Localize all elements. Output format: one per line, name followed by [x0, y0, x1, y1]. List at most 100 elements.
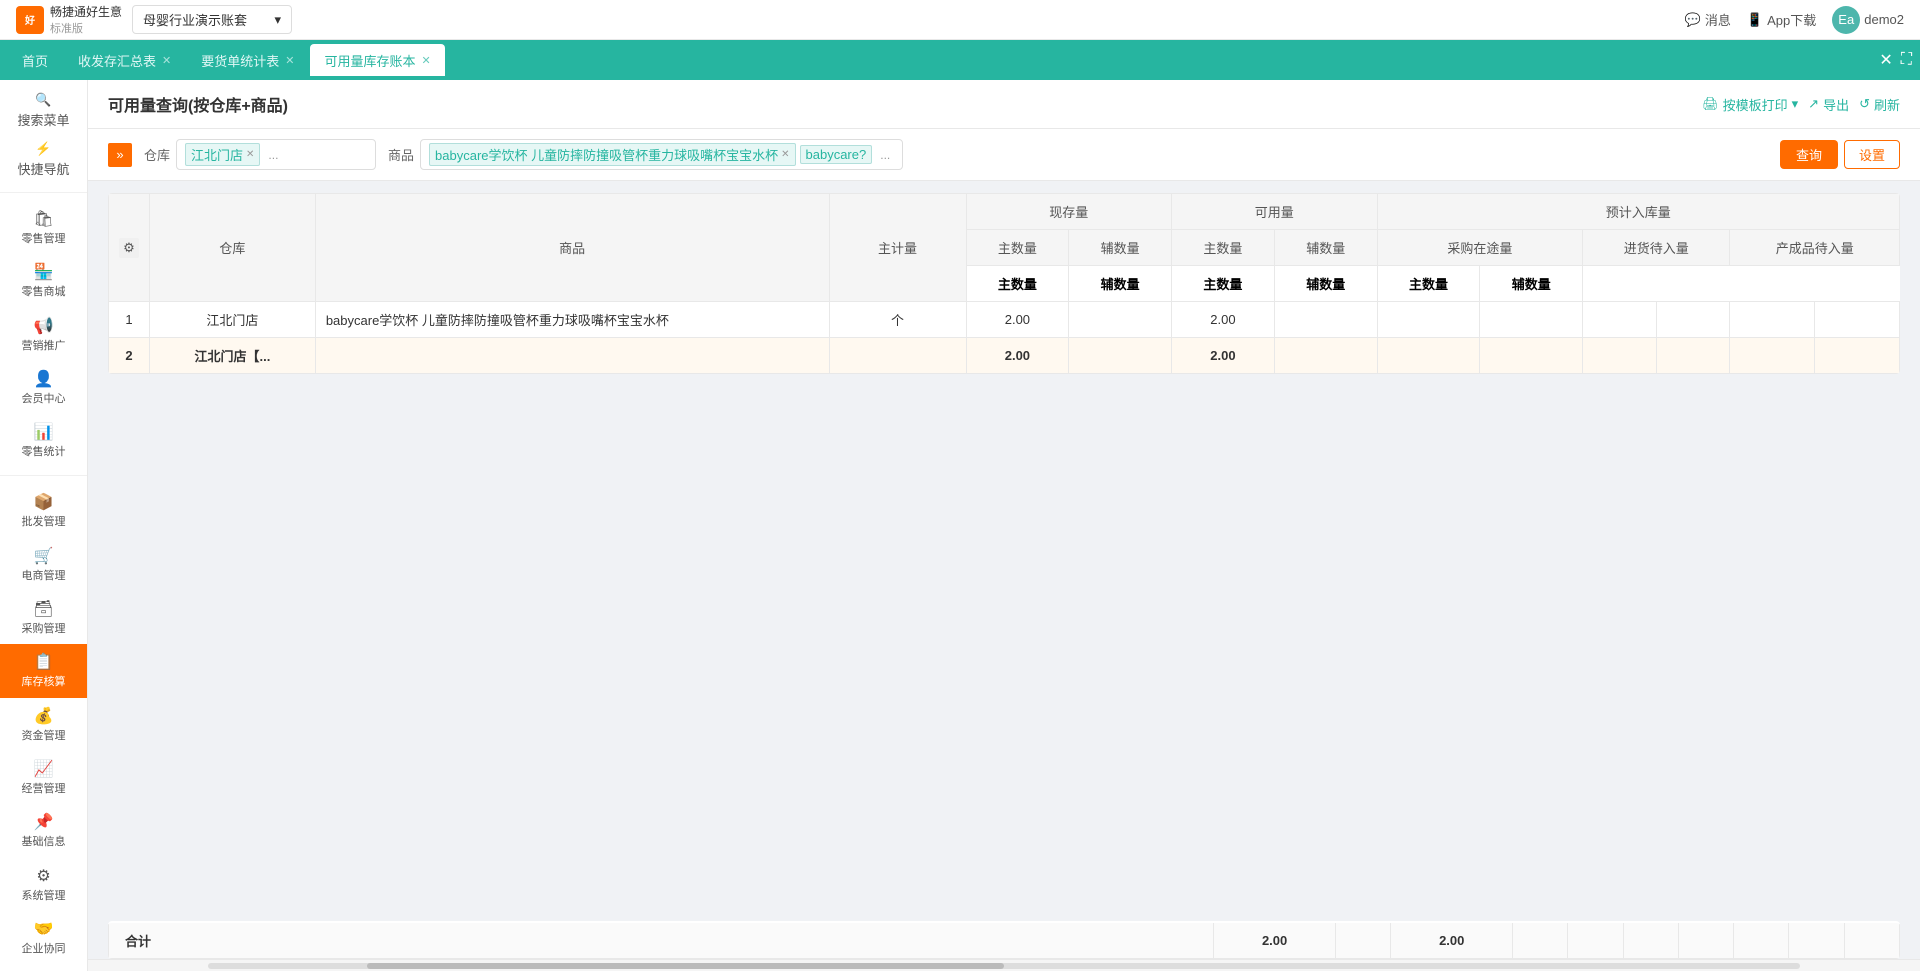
- footer-avail-main: 2.00: [1391, 922, 1513, 959]
- cell-avail-sub: [1274, 302, 1377, 338]
- tab-receipt-close[interactable]: ✕: [162, 54, 171, 67]
- retail-mgmt-icon: 🛍: [33, 209, 53, 229]
- page-actions: 🖨 按模板打印 ▾ ↗ 导出 ↺ 刷新: [1702, 95, 1900, 114]
- settings-button[interactable]: 设置: [1844, 140, 1900, 169]
- tab-receipt-summary[interactable]: 收发存汇总表 ✕: [64, 44, 185, 76]
- export-button[interactable]: ↗ 导出: [1808, 95, 1849, 114]
- sidebar-item-retail-store-label: 零售商城: [22, 285, 66, 299]
- purchase-icon: 🗃: [33, 599, 53, 619]
- bottom-scrollbar-thumb[interactable]: [367, 963, 1004, 969]
- cell-pur-sub: [1480, 302, 1583, 338]
- cell-current-main: 2.00: [966, 338, 1069, 374]
- cell-current-main: 2.00: [966, 302, 1069, 338]
- quick-nav-label: 快捷导航: [17, 159, 69, 178]
- sidebar-item-system[interactable]: ⚙ 系统管理: [0, 858, 87, 911]
- cell-warehouse: 江北门店: [150, 302, 316, 338]
- summary-table: 合计 2.00 2.00: [108, 921, 1900, 959]
- tab-order-close[interactable]: ✕: [285, 54, 294, 67]
- tab-bar: 首页 收发存汇总表 ✕ 要货单统计表 ✕ 可用量库存账本 ✕ ✕ ⛶: [0, 40, 1920, 80]
- query-button[interactable]: 查询: [1780, 140, 1838, 169]
- quick-nav-button[interactable]: ⚡ 快捷导航: [6, 135, 81, 184]
- sidebar-item-inventory[interactable]: 📋 库存核算: [0, 644, 87, 697]
- content-area: 可用量查询(按仓库+商品) 🖨 按模板打印 ▾ ↗ 导出 ↺ 刷新: [88, 80, 1920, 971]
- th-settings: ⚙: [109, 194, 150, 302]
- product-tag-close-1[interactable]: ✕: [781, 149, 789, 160]
- operations-icon: 📈: [34, 759, 54, 779]
- marketing-icon: 📢: [34, 316, 54, 336]
- finance-icon: 💰: [34, 706, 54, 726]
- filter-expand-toggle[interactable]: »: [108, 143, 132, 167]
- sidebar-item-enterprise-label: 企业协同: [22, 942, 66, 956]
- product-input-area[interactable]: babycare学饮杯 儿童防摔防撞吸管杯重力球吸嘴杯宝宝水杯 ✕ babyca…: [420, 139, 903, 170]
- product-more[interactable]: ...: [876, 148, 894, 162]
- sidebar-item-operations[interactable]: 📈 经营管理: [0, 751, 87, 804]
- th-current-stock: 现存量: [966, 194, 1172, 230]
- logo-icon: 好: [16, 6, 44, 34]
- cell-fin-main: [1730, 302, 1815, 338]
- cell-product: [315, 338, 829, 374]
- table-settings-icon[interactable]: ⚙: [119, 238, 139, 258]
- logo-area: 好 畅捷通好生意 标准版: [16, 3, 122, 36]
- app-download-label: App下载: [1767, 10, 1816, 29]
- app-download-action[interactable]: 📱 App下载: [1747, 10, 1816, 29]
- sidebar-item-ecommerce[interactable]: 🛒 电商管理: [0, 538, 87, 591]
- message-action[interactable]: 💬 消息: [1685, 10, 1731, 29]
- page-title: 可用量查询(按仓库+商品): [108, 92, 288, 116]
- industry-selector[interactable]: 母婴行业演示账套 ▾: [132, 5, 292, 34]
- sidebar-item-basic-info[interactable]: 📌 基础信息: [0, 804, 87, 857]
- cell-avail-sub: [1274, 338, 1377, 374]
- sidebar-search-area: 🔍 搜索菜单 ⚡ 快捷导航: [0, 80, 87, 193]
- cell-inc-main: [1583, 302, 1657, 338]
- sidebar-item-new-guide[interactable]: 🔰 新手引导: [0, 964, 87, 971]
- tab-available-close[interactable]: ✕: [422, 54, 431, 67]
- warehouse-more[interactable]: ...: [264, 148, 282, 162]
- sidebar-item-enterprise[interactable]: 🤝 企业协同: [0, 911, 87, 964]
- sidebar-item-wholesale-mgmt[interactable]: 📦 批发管理: [0, 484, 87, 537]
- export-label: 导出: [1823, 95, 1849, 114]
- warehouse-tag-close[interactable]: ✕: [246, 149, 254, 160]
- th-avail-sub: 辅数量: [1274, 230, 1377, 266]
- table-row: 1 江北门店 babycare学饮杯 儿童防摔防撞吸管杯重力球吸嘴杯宝宝水杯 个…: [109, 302, 1900, 338]
- close-all-icon[interactable]: ✕: [1879, 50, 1892, 70]
- sidebar-item-retail-mgmt[interactable]: 🛍 零售管理: [0, 201, 87, 254]
- print-button[interactable]: 🖨 按模板打印 ▾: [1702, 95, 1798, 114]
- refresh-icon: ↺: [1859, 96, 1870, 112]
- product-filter: 商品 babycare学饮杯 儿童防摔防撞吸管杯重力球吸嘴杯宝宝水杯 ✕ bab…: [388, 139, 903, 170]
- username-label: demo2: [1864, 12, 1904, 27]
- product-tag-text-1: babycare学饮杯 儿童防摔防撞吸管杯重力球吸嘴杯宝宝水杯: [435, 145, 778, 164]
- sidebar-item-retail-stats-label: 零售统计: [22, 445, 66, 459]
- tab-bar-right: ✕ ⛶: [1879, 50, 1912, 70]
- sidebar-item-retail-stats[interactable]: 📊 零售统计: [0, 414, 87, 467]
- sidebar-item-member[interactable]: 👤 会员中心: [0, 361, 87, 414]
- footer-fin-main: [1789, 922, 1844, 959]
- user-avatar: Ea: [1832, 6, 1860, 34]
- bottom-scrollbar[interactable]: [208, 963, 1800, 969]
- search-menu-label: 搜索菜单: [17, 110, 69, 129]
- cell-fin-sub: [1815, 338, 1900, 374]
- cell-inc-main: [1583, 338, 1657, 374]
- sidebar-item-operations-label: 经营管理: [22, 782, 66, 796]
- cell-pur-main: [1377, 302, 1480, 338]
- sidebar-item-marketing[interactable]: 📢 营销推广: [0, 308, 87, 361]
- search-menu-button[interactable]: 🔍 搜索菜单: [6, 88, 81, 133]
- tab-available-stock[interactable]: 可用量库存账本 ✕: [310, 44, 444, 76]
- user-area[interactable]: Ea demo2: [1832, 6, 1904, 34]
- th-finished-pending: 产成品待入量: [1730, 230, 1900, 266]
- refresh-button[interactable]: ↺ 刷新: [1859, 95, 1900, 114]
- footer-current-main: 2.00: [1214, 922, 1336, 959]
- warehouse-input-area[interactable]: 江北门店 ✕ ...: [176, 139, 376, 170]
- sidebar-item-finance[interactable]: 💰 资金管理: [0, 698, 87, 751]
- sidebar-item-finance-label: 资金管理: [22, 729, 66, 743]
- maximize-icon[interactable]: ⛶: [1901, 51, 1912, 69]
- tab-home[interactable]: 首页: [8, 44, 62, 76]
- sidebar-item-retail-store[interactable]: 🏪 零售商城: [0, 254, 87, 307]
- sidebar-item-purchase[interactable]: 🗃 采购管理: [0, 591, 87, 644]
- footer-row: 合计 2.00 2.00: [109, 922, 1900, 959]
- main-layout: 🔍 搜索菜单 ⚡ 快捷导航 🛍 零售管理 🏪 零售商城 📢 营销推广 �: [0, 80, 1920, 971]
- inventory-icon: 📋: [34, 652, 54, 672]
- footer-pur-sub: [1623, 922, 1678, 959]
- tab-order-stats[interactable]: 要货单统计表 ✕: [187, 44, 308, 76]
- th-current-main: 主数量: [966, 230, 1069, 266]
- retail-stats-icon: 📊: [34, 422, 54, 442]
- top-bar-version: 标准版: [50, 20, 122, 36]
